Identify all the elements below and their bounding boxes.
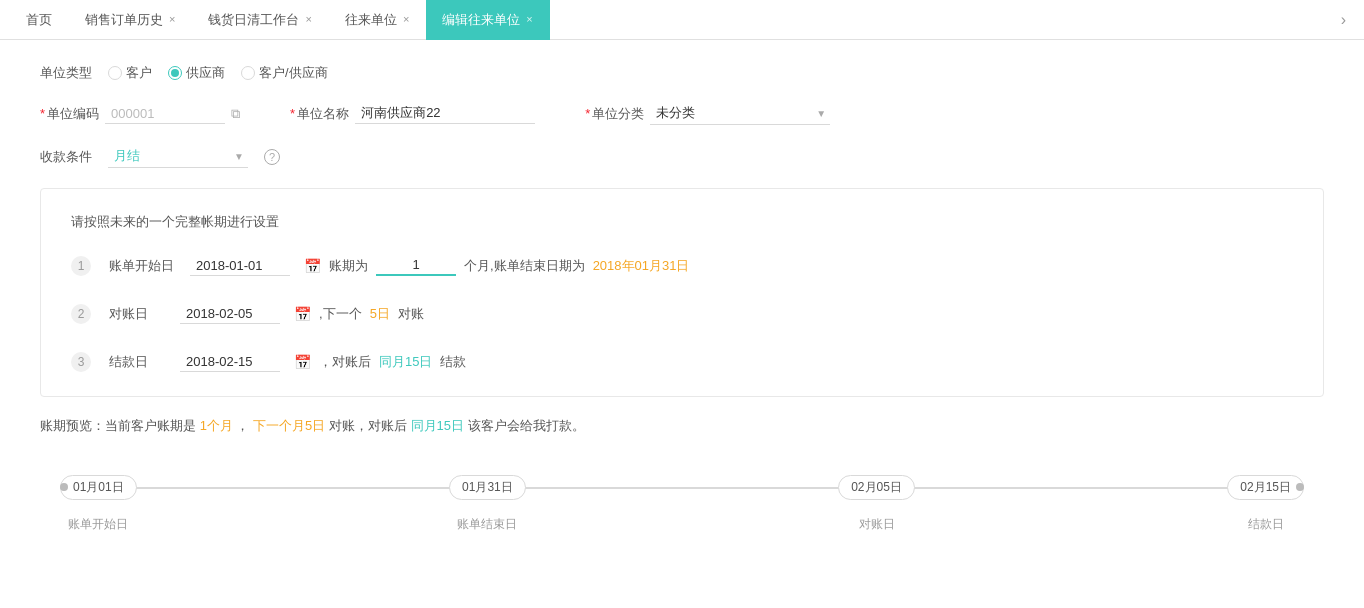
unit-code-input[interactable] [105, 104, 225, 124]
timeline-badge-4: 02月15日 [1227, 475, 1304, 500]
unit-type-row: 单位类型 客户 供应商 客户/供应商 [40, 64, 1324, 82]
preview-reconcile-day: 下一个月5日 [253, 418, 325, 433]
period-row-1: 1 账单开始日 📅 账期为 个月,账单结束日期为 2018年01月31日 [71, 255, 1293, 276]
period-text-pre-2: ,下一个 [319, 305, 362, 323]
required-star-code: * [40, 106, 45, 121]
calendar-icon-1[interactable]: 📅 [304, 258, 321, 274]
timeline-end-dot [1296, 483, 1304, 491]
radio-supplier-circle [168, 66, 182, 80]
help-icon[interactable]: ? [264, 149, 280, 165]
period-label-1: 账单开始日 [109, 257, 174, 275]
payment-condition-select[interactable]: 月结 ▼ [108, 145, 248, 168]
radio-supplier[interactable]: 供应商 [168, 64, 225, 82]
unit-category-arrow: ▼ [812, 108, 830, 119]
timeline-badge-2: 01月31日 [449, 475, 526, 500]
unit-name-input[interactable] [355, 104, 535, 124]
unit-category-label: 单位分类 [592, 105, 644, 123]
period-text-suffix-1: 个月,账单结束日期为 [464, 257, 585, 275]
radio-both[interactable]: 客户/供应商 [241, 64, 328, 82]
tab-edit-counterpart[interactable]: 编辑往来单位 × [426, 0, 549, 40]
unit-category-select[interactable]: 未分类 ▼ [650, 102, 830, 125]
tab-counterpart[interactable]: 往来单位 × [329, 0, 426, 40]
timeline-label-2: 账单结束日 [457, 516, 517, 533]
period-date-2[interactable] [180, 304, 280, 324]
tab-more-button[interactable]: › [1333, 11, 1354, 29]
payment-condition-row: 收款条件 月结 ▼ ? [40, 145, 1324, 168]
close-cash-work[interactable]: × [305, 14, 311, 25]
period-num-2: 2 [71, 304, 91, 324]
timeline-badge-3: 02月05日 [838, 475, 915, 500]
payment-condition-label: 收款条件 [40, 148, 92, 166]
unit-name-label: 单位名称 [297, 105, 349, 123]
period-text-pre-3: ，对账后 [319, 353, 371, 371]
period-highlight-2: 5日 [370, 305, 390, 323]
unit-type-label: 单位类型 [40, 64, 92, 82]
radio-customer[interactable]: 客户 [108, 64, 152, 82]
calendar-icon-3[interactable]: 📅 [294, 354, 311, 370]
timeline-node-4: 02月15日 结款日 [1227, 475, 1304, 533]
period-date-3[interactable] [180, 352, 280, 372]
preview-months: 1个月 [200, 418, 233, 433]
close-counterpart[interactable]: × [403, 14, 409, 25]
close-sales-history[interactable]: × [169, 14, 175, 25]
unit-category-group: * 单位分类 未分类 ▼ [585, 102, 830, 125]
required-star-name: * [290, 106, 295, 121]
account-preview: 账期预览：当前客户账期是 1个月 ， 下一个月5日 对账，对账后 同月15日 该… [40, 417, 1324, 435]
calendar-icon-2[interactable]: 📅 [294, 306, 311, 322]
unit-info-row: * 单位编码 ⧉ * 单位名称 * 单位分类 未分类 ▼ [40, 102, 1324, 125]
timeline-nodes: 01月01日 账单开始日 01月31日 账单结束日 02月05日 对账日 02月… [60, 475, 1304, 533]
timeline-label-4: 结款日 [1248, 516, 1284, 533]
payment-condition-arrow: ▼ [230, 151, 248, 162]
tab-bar: 首页 销售订单历史 × 钱货日清工作台 × 往来单位 × 编辑往来单位 × › [0, 0, 1364, 40]
period-label-3: 结款日 [109, 353, 164, 371]
timeline-badge-1: 01月01日 [60, 475, 137, 500]
timeline-node-1: 01月01日 账单开始日 [60, 475, 137, 533]
period-num-1: 1 [71, 256, 91, 276]
main-content: 单位类型 客户 供应商 客户/供应商 * 单位编码 ⧉ * 单位名称 [0, 40, 1364, 608]
unit-code-group: * 单位编码 ⧉ [40, 104, 240, 124]
unit-code-label: 单位编码 [47, 105, 99, 123]
close-edit-counterpart[interactable]: × [526, 14, 532, 25]
period-label-2: 对账日 [109, 305, 164, 323]
timeline-start-dot [60, 483, 68, 491]
timeline-label-3: 对账日 [859, 516, 895, 533]
payment-condition-value: 月结 [108, 145, 230, 167]
timeline-node-3: 02月05日 对账日 [838, 475, 915, 533]
period-months-input[interactable] [376, 255, 456, 276]
radio-customer-circle [108, 66, 122, 80]
unit-name-group: * 单位名称 [290, 104, 535, 124]
unit-category-value: 未分类 [650, 102, 812, 124]
timeline-node-2: 01月31日 账单结束日 [449, 475, 526, 533]
period-num-3: 3 [71, 352, 91, 372]
tab-cash-work[interactable]: 钱货日清工作台 × [192, 0, 328, 40]
timeline: 01月01日 账单开始日 01月31日 账单结束日 02月05日 对账日 02月… [40, 465, 1324, 563]
preview-payment-day: 同月15日 [411, 418, 464, 433]
timeline-label-1: 账单开始日 [68, 516, 128, 533]
period-date-1[interactable] [190, 256, 290, 276]
copy-icon[interactable]: ⧉ [231, 106, 240, 122]
period-text-post-2: 对账 [398, 305, 424, 323]
radio-both-circle [241, 66, 255, 80]
period-box-title: 请按照未来的一个完整帐期进行设置 [71, 213, 1293, 231]
period-text-prefix-1: 账期为 [329, 257, 368, 275]
period-row-3: 3 结款日 📅 ，对账后 同月15日 结款 [71, 352, 1293, 372]
period-highlight-3: 同月15日 [379, 353, 432, 371]
period-end-date: 2018年01月31日 [593, 257, 690, 275]
required-star-cat: * [585, 106, 590, 121]
tab-home[interactable]: 首页 [10, 0, 69, 40]
period-text-post-3: 结款 [440, 353, 466, 371]
period-settings-box: 请按照未来的一个完整帐期进行设置 1 账单开始日 📅 账期为 个月,账单结束日期… [40, 188, 1324, 397]
radio-group-unit-type: 客户 供应商 客户/供应商 [108, 64, 328, 82]
period-row-2: 2 对账日 📅 ,下一个 5日 对账 [71, 304, 1293, 324]
tab-sales-history[interactable]: 销售订单历史 × [69, 0, 192, 40]
